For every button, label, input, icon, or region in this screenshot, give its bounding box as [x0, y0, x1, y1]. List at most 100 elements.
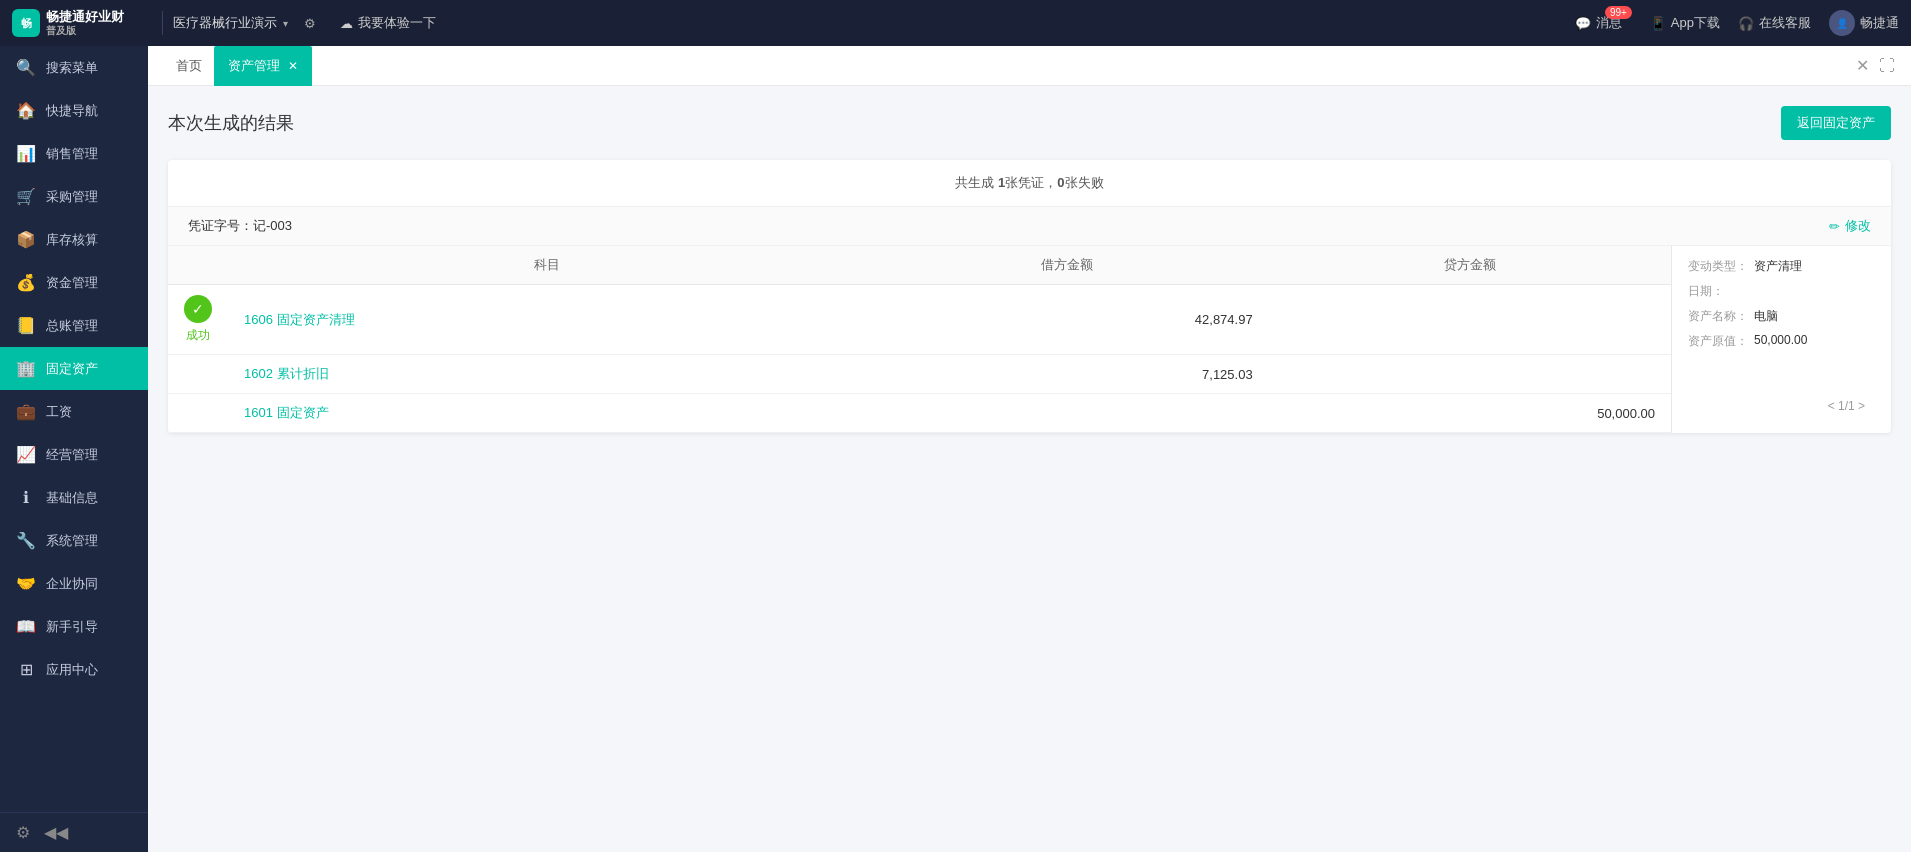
- summary-text: 共生成 1张凭证，0张失败: [955, 175, 1103, 190]
- sidebar-item-inventory[interactable]: 📦 库存核算: [0, 218, 148, 261]
- gear-icon: ⚙: [304, 16, 316, 31]
- company-selector[interactable]: 医疗器械行业演示 ▾: [173, 14, 288, 32]
- sales-icon: 📊: [16, 144, 36, 163]
- inventory-icon: 📦: [16, 230, 36, 249]
- sidebar-item-capital[interactable]: 💰 资金管理: [0, 261, 148, 304]
- user-name: 畅捷通: [1860, 14, 1899, 32]
- credit-3: 50,000.00: [1269, 394, 1671, 433]
- table-row: 1602 累计折旧 7,125.03: [168, 355, 1671, 394]
- sidebar-label-system: 系统管理: [46, 532, 98, 550]
- sidebar: 🔍 搜索菜单 🏠 快捷导航 📊 销售管理 🛒 采购管理 📦 库存核算 💰 资金管…: [0, 46, 148, 852]
- sidebar-label-search: 搜索菜单: [46, 59, 98, 77]
- sidebar-item-apps[interactable]: ⊞ 应用中心: [0, 648, 148, 691]
- avatar: 👤: [1829, 10, 1855, 36]
- divider: [162, 11, 163, 35]
- try-experience-btn[interactable]: ☁ 我要体验一下: [340, 14, 436, 32]
- top-bar-right: 💬 消息 99+ 📱 App下载 🎧 在线客服 👤 畅捷通: [1575, 10, 1899, 36]
- voucher-block: 凭证字号：记-003 ✏ 修改: [168, 207, 1891, 433]
- credit-1: [1269, 285, 1671, 355]
- sidebar-label-fixed: 固定资产: [46, 360, 98, 378]
- user-profile[interactable]: 👤 畅捷通: [1829, 10, 1899, 36]
- side-date: 日期：: [1688, 283, 1875, 300]
- sidebar-label-sales: 销售管理: [46, 145, 98, 163]
- voucher-count: 1: [998, 175, 1005, 190]
- sidebar-item-ops[interactable]: 📈 经营管理: [0, 433, 148, 476]
- sidebar-item-purchase[interactable]: 🛒 采购管理: [0, 175, 148, 218]
- sidebar-item-guide[interactable]: 📖 新手引导: [0, 605, 148, 648]
- sidebar-label-apps: 应用中心: [46, 661, 98, 679]
- service-label: 在线客服: [1759, 14, 1811, 32]
- sidebar-item-search[interactable]: 🔍 搜索菜单: [0, 46, 148, 89]
- service-btn[interactable]: 🎧 在线客服: [1738, 14, 1811, 32]
- logo-icon: 畅: [12, 9, 40, 37]
- table-row: ✓ 成功 1606 固定资产清理 42,874.97: [168, 285, 1671, 355]
- tab-close-icon[interactable]: ✕: [288, 59, 298, 73]
- main-area: 首页 资产管理 ✕ ✕ ⛶ 本次生成的结果 返回固定资产: [148, 46, 1911, 852]
- cloud-icon: ☁: [340, 16, 353, 31]
- debit-1: 42,874.97: [866, 285, 1268, 355]
- logo-title: 畅捷通好业财: [46, 9, 124, 25]
- guide-icon: 📖: [16, 617, 36, 636]
- message-btn[interactable]: 💬 消息 99+: [1575, 14, 1622, 32]
- edit-voucher-button[interactable]: ✏ 修改: [1829, 217, 1871, 235]
- sidebar-item-system[interactable]: 🔧 系统管理: [0, 519, 148, 562]
- sidebar-label-basic: 基础信息: [46, 489, 98, 507]
- capital-icon: 💰: [16, 273, 36, 292]
- message-badge: 99+: [1605, 6, 1632, 19]
- panel-close-button[interactable]: ✕: [1856, 58, 1869, 74]
- logo: 畅 畅捷通好业财 普及版: [12, 9, 152, 37]
- top-bar: 畅 畅捷通好业财 普及版 医疗器械行业演示 ▾ ⚙ ☁ 我要体验一下 💬 消息 …: [0, 0, 1911, 46]
- subject-2: 1602 累计折旧: [228, 355, 866, 394]
- row-status-1: ✓ 成功: [168, 285, 228, 355]
- sidebar-item-salary[interactable]: 💼 工资: [0, 390, 148, 433]
- collab-icon: 🤝: [16, 574, 36, 593]
- sidebar-item-collab[interactable]: 🤝 企业协同: [0, 562, 148, 605]
- app-download-btn[interactable]: 📱 App下载: [1650, 14, 1720, 32]
- result-card: 共生成 1张凭证，0张失败 凭证字号：记-003 ✏ 修改: [168, 160, 1891, 433]
- return-fixed-assets-button[interactable]: 返回固定资产: [1781, 106, 1891, 140]
- debit-2: 7,125.03: [866, 355, 1268, 394]
- message-icon: 💬: [1575, 16, 1591, 31]
- original-value-value: 50,000.00: [1754, 333, 1807, 350]
- col-status: [168, 246, 228, 285]
- table-row: 1601 固定资产 50,000.00: [168, 394, 1671, 433]
- date-label: 日期：: [1688, 283, 1744, 300]
- subject-3: 1601 固定资产: [228, 394, 866, 433]
- asset-name-value: 电脑: [1754, 308, 1778, 325]
- sidebar-item-quicknav[interactable]: 🏠 快捷导航: [0, 89, 148, 132]
- fail-count: 0: [1057, 175, 1064, 190]
- entries-table: 科目 借方金额 贷方金额 ✓: [168, 246, 1671, 433]
- salary-icon: 💼: [16, 402, 36, 421]
- logo-sub: 普及版: [46, 25, 124, 37]
- sidebar-label-purchase: 采购管理: [46, 188, 98, 206]
- col-subject: 科目: [228, 246, 866, 285]
- layout: 🔍 搜索菜单 🏠 快捷导航 📊 销售管理 🛒 采购管理 📦 库存核算 💰 资金管…: [0, 46, 1911, 852]
- row-status-2: [168, 355, 228, 394]
- fixed-assets-icon: 🏢: [16, 359, 36, 378]
- pagination[interactable]: < 1/1 >: [1688, 391, 1875, 421]
- basic-icon: ℹ: [16, 488, 36, 507]
- ledger-icon: 📒: [16, 316, 36, 335]
- voucher-header: 凭证字号：记-003 ✏ 修改: [168, 207, 1891, 246]
- sidebar-item-ledger[interactable]: 📒 总账管理: [0, 304, 148, 347]
- bottom-settings-icon[interactable]: ⚙: [16, 823, 30, 842]
- sidebar-item-fixed-assets[interactable]: 🏢 固定资产: [0, 347, 148, 390]
- row-status-3: [168, 394, 228, 433]
- summary-bar: 共生成 1张凭证，0张失败: [168, 160, 1891, 207]
- tab-home[interactable]: 首页: [164, 46, 214, 86]
- col-credit: 贷方金额: [1269, 246, 1671, 285]
- page-header: 本次生成的结果 返回固定资产: [168, 106, 1891, 140]
- col-debit: 借方金额: [866, 246, 1268, 285]
- settings-icon-btn[interactable]: ⚙: [296, 9, 324, 37]
- apps-icon: ⊞: [16, 660, 36, 679]
- collapse-sidebar-icon[interactable]: ◀◀: [44, 823, 68, 842]
- success-icon: ✓: [184, 295, 212, 323]
- tab-bar: 首页 资产管理 ✕ ✕ ⛶: [148, 46, 1911, 86]
- sidebar-item-sales[interactable]: 📊 销售管理: [0, 132, 148, 175]
- success-label: 成功: [186, 327, 210, 344]
- sidebar-bottom: ⚙ ◀◀: [0, 812, 148, 852]
- panel-expand-button[interactable]: ⛶: [1879, 58, 1895, 74]
- app-download-label: App下载: [1671, 14, 1720, 32]
- tab-assets[interactable]: 资产管理 ✕: [214, 46, 312, 86]
- sidebar-item-basic[interactable]: ℹ 基础信息: [0, 476, 148, 519]
